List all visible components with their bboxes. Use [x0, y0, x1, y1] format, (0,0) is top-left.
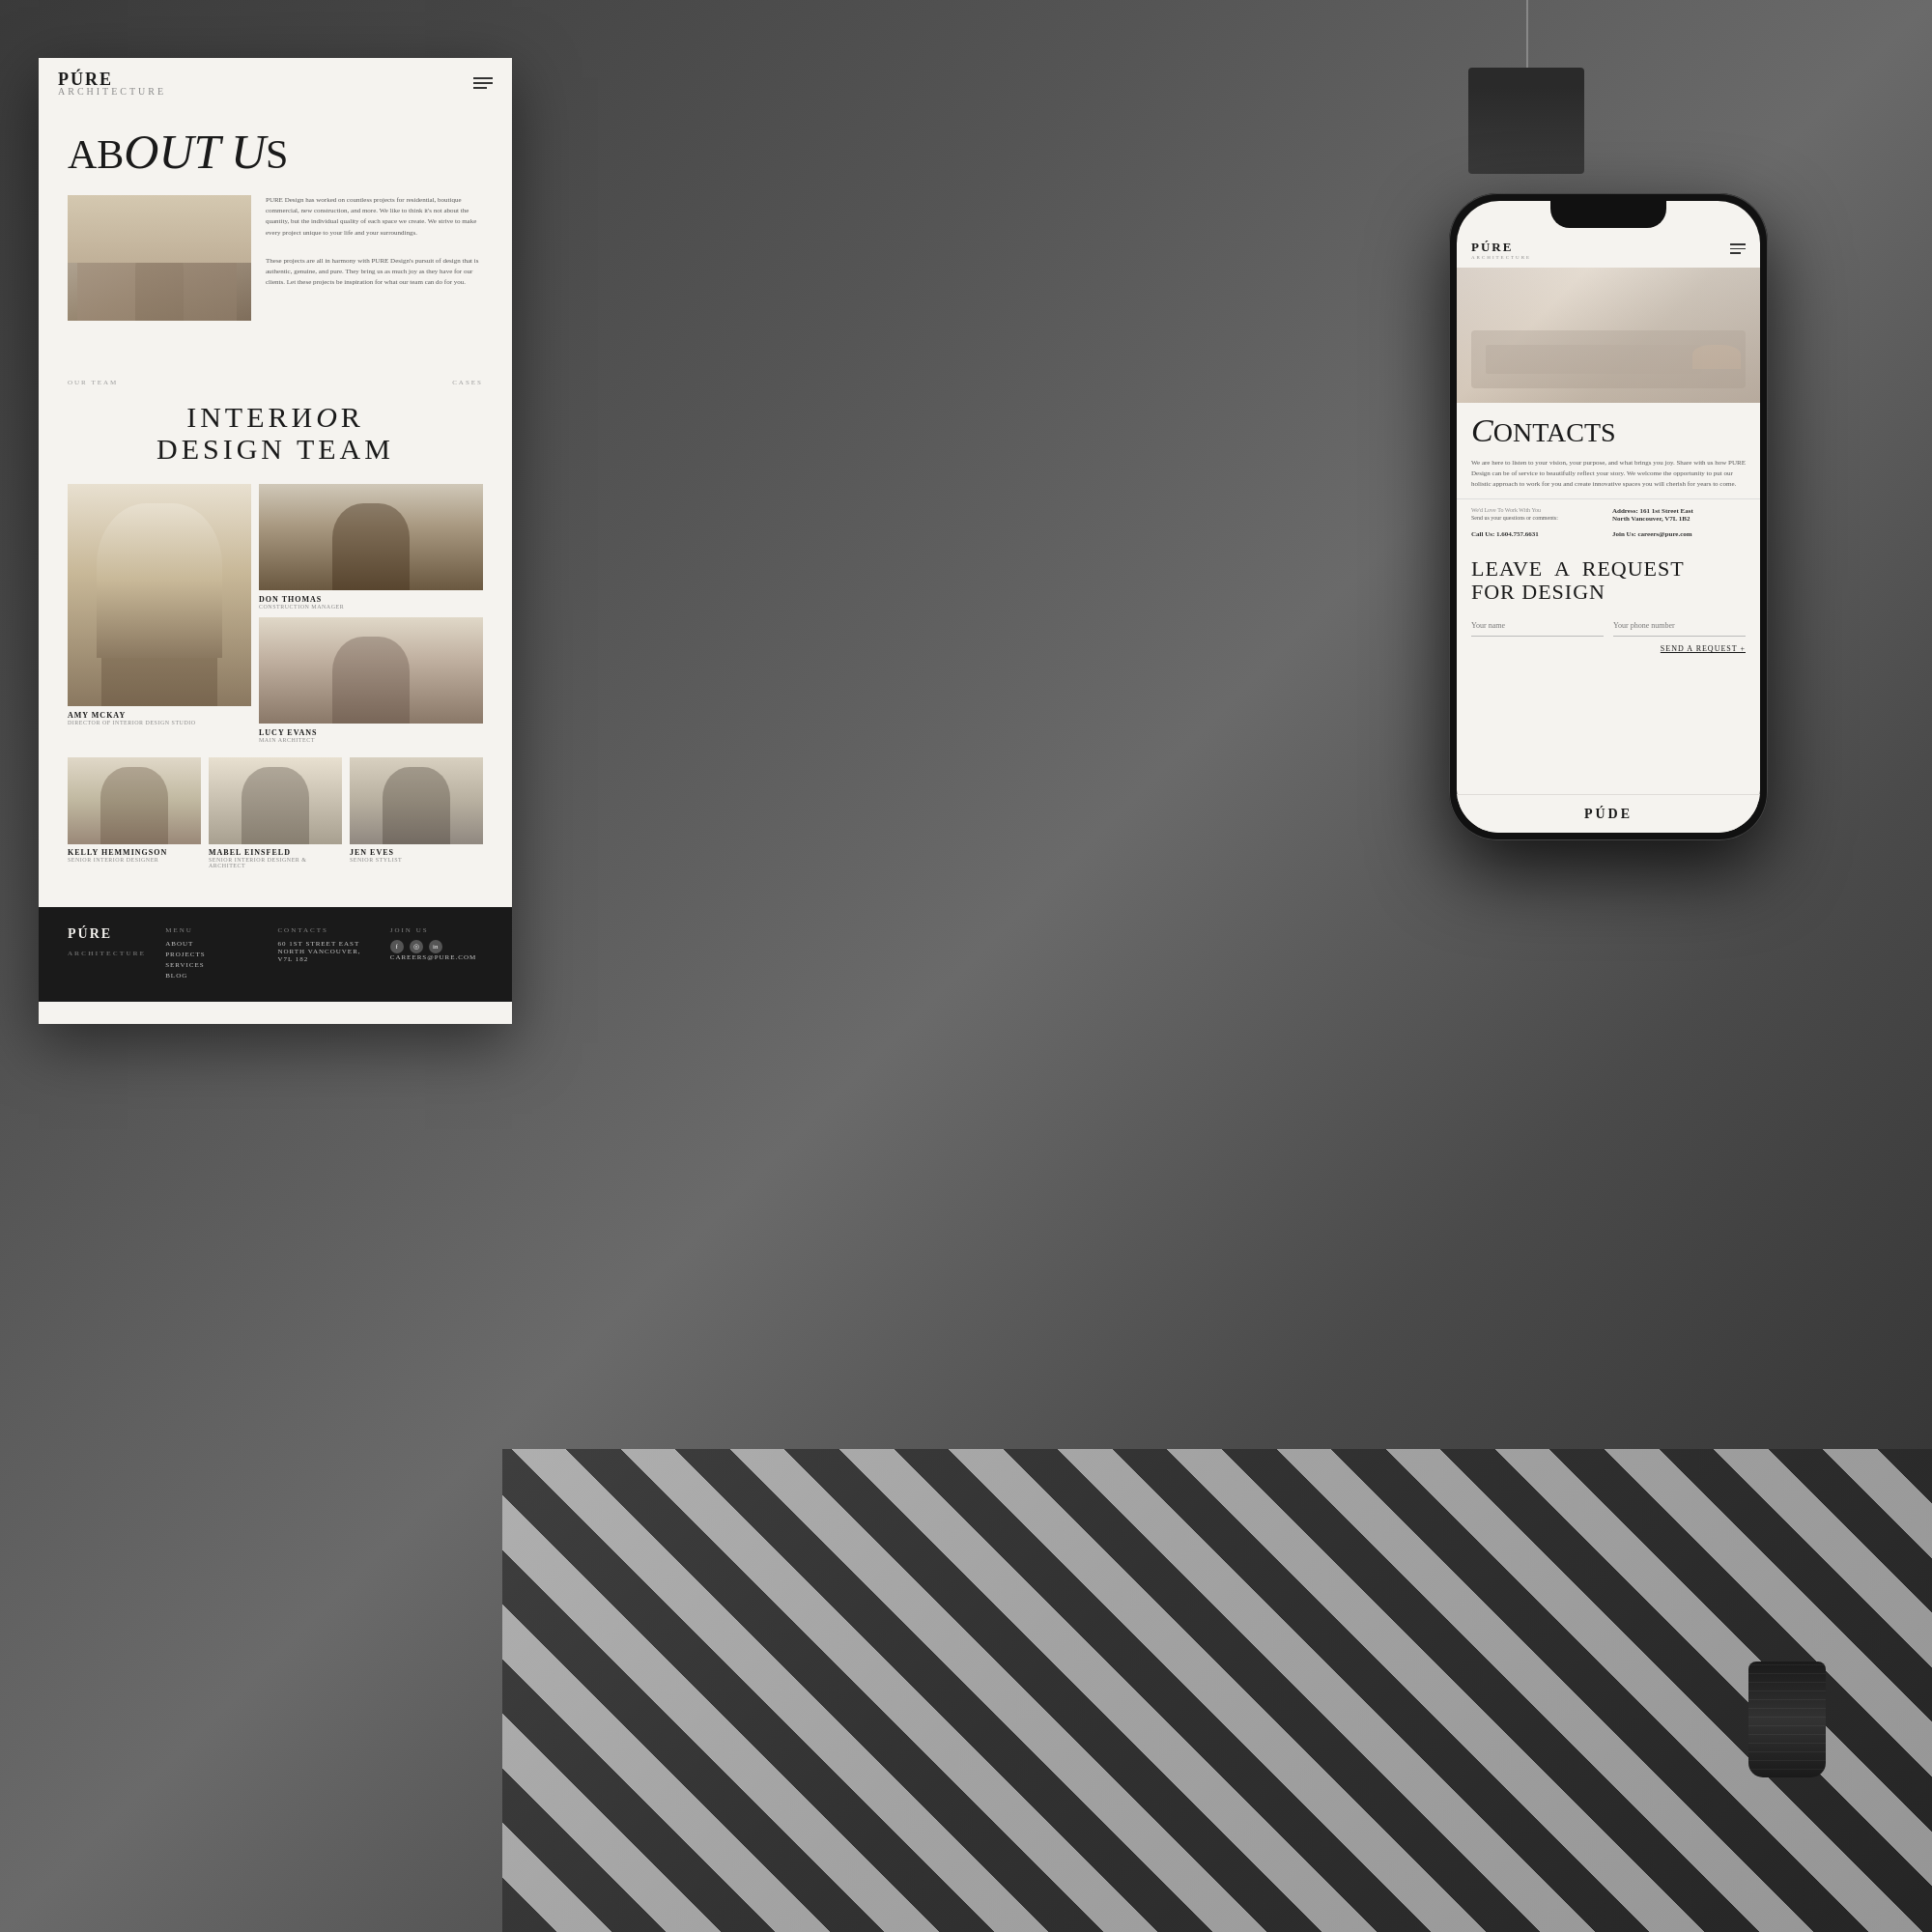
nav-menu-icon[interactable]: [473, 77, 493, 89]
about-content: PURE Design has worked on countless proj…: [68, 195, 483, 321]
leave-request-section: LEAVE A REQUESTFOR DESIGN SEND A REQUEST…: [1457, 546, 1760, 665]
contacts-hero-image: [1457, 268, 1760, 403]
phone-mockup: PÚRE ARCHITECTURE: [1449, 193, 1768, 840]
jen-photo: [350, 757, 483, 844]
team-title: INTERИORDESIGN TEAM: [68, 401, 483, 465]
floor-pattern: [502, 1449, 1932, 1932]
about-title: ABOUT US: [68, 128, 483, 176]
phone-frame: PÚRE ARCHITECTURE: [1449, 193, 1768, 840]
footer-about-link[interactable]: ABOUT: [165, 940, 258, 948]
amy-mckay-card: AMY MCKAY DIRECTOR OF INTERIOR DESIGN ST…: [68, 484, 251, 743]
team-section: OUR TEAM CASES INTERИORDESIGN TEAM AMY M…: [39, 359, 512, 888]
footer-contacts-col: CONTACTS 60 1ST STREET EAST NORTH VANCOU…: [277, 926, 370, 982]
leave-request-title: LEAVE A REQUESTFOR DESIGN: [1471, 557, 1746, 604]
team-grid-bottom: KELLY HEMMINGSON Senior Interior Designe…: [68, 757, 483, 868]
work-with-info: We'd Love To Work With You Send us your …: [1471, 507, 1605, 523]
footer-join-col: JOIN US f ◎ in CAREERS@PURE.COM: [390, 926, 483, 982]
send-request-button[interactable]: SEND A REQUEST +: [1661, 644, 1746, 653]
contact-form-row: [1471, 615, 1746, 637]
lucy-evans-photo: [259, 617, 483, 724]
footer-blog-link[interactable]: BLOG: [165, 972, 258, 980]
footer-careers-link[interactable]: CAREERS@PURE.COM: [390, 953, 483, 961]
phone-content: PÚRE ARCHITECTURE: [1457, 201, 1760, 833]
about-team-photo: [68, 195, 251, 321]
phone-bottom-bar: PÚDE: [1457, 794, 1760, 833]
email-info: Join Us: careers@pure.com: [1612, 530, 1746, 538]
amy-mckay-photo: [68, 484, 251, 706]
footer-menu-col: MENU ABOUT PROJECTS SERVICES BLOG: [165, 926, 258, 982]
instagram-icon[interactable]: ◎: [410, 940, 423, 953]
about-section: ABOUT US PURE Design has worked on count…: [39, 108, 512, 359]
phone-screen: PÚRE ARCHITECTURE: [1457, 201, 1760, 833]
linkedin-icon[interactable]: in: [429, 940, 442, 953]
lucy-evans-card: LUCY EVANS MAIN ARCHITECT: [259, 617, 483, 743]
name-input[interactable]: [1471, 615, 1604, 637]
website-screenshot: PÚRE ARCHITECTURE ABOUT US PURE Design h…: [39, 58, 512, 1024]
about-description: PURE Design has worked on countless proj…: [266, 195, 483, 321]
footer-projects-link[interactable]: PROJECTS: [165, 951, 258, 958]
address-info: Address: 161 1st Street East North Vanco…: [1612, 507, 1746, 523]
site-footer: PÚRE ARCHITECTURE MENU ABOUT PROJECTS SE…: [39, 907, 512, 1002]
site-logo: PÚRE ARCHITECTURE: [58, 70, 166, 97]
footer-logo-col: PÚRE ARCHITECTURE: [68, 926, 146, 982]
lucy-evans-info: LUCY EVANS MAIN ARCHITECT: [259, 728, 483, 743]
phone-header: PÚRE ARCHITECTURE: [1457, 230, 1760, 268]
jen-card: JEN EVES Senior Stylist: [350, 757, 483, 868]
facebook-icon[interactable]: f: [390, 940, 404, 953]
send-request-row: SEND A REQUEST +: [1471, 644, 1746, 653]
kelly-card: KELLY HEMMINGSON Senior Interior Designe…: [68, 757, 201, 868]
footer-services-link[interactable]: SERVICES: [165, 961, 258, 969]
amy-mckay-info: AMY MCKAY DIRECTOR OF INTERIOR DESIGN ST…: [68, 711, 251, 725]
right-team-members: DON THOMAS CONSTRUCTION MANAGER LUCY EVA…: [259, 484, 483, 743]
phone-info: Call Us: 1.604.757.6631: [1471, 530, 1605, 538]
phone-notch: [1550, 201, 1666, 228]
don-thomas-info: DON THOMAS CONSTRUCTION MANAGER: [259, 595, 483, 610]
phone-input[interactable]: [1613, 615, 1746, 637]
contacts-info-grid: We'd Love To Work With You Send us your …: [1457, 498, 1760, 546]
pendant-light-decoration: [1459, 0, 1594, 193]
don-thomas-photo: [259, 484, 483, 590]
phone-logo: PÚRE ARCHITECTURE: [1471, 238, 1531, 260]
kelly-photo: [68, 757, 201, 844]
mabel-card: MABEL EINSFELD Senior Interior Designer …: [209, 757, 342, 868]
phone-nav-icon[interactable]: [1730, 243, 1746, 254]
vase-decoration: [1748, 1662, 1826, 1787]
social-icons: f ◎ in: [390, 940, 483, 953]
site-header: PÚRE ARCHITECTURE: [39, 58, 512, 108]
team-grid-top: AMY MCKAY DIRECTOR OF INTERIOR DESIGN ST…: [68, 484, 483, 743]
mabel-photo: [209, 757, 342, 844]
contacts-title: CONTACTS: [1457, 403, 1760, 454]
don-thomas-card: DON THOMAS CONSTRUCTION MANAGER: [259, 484, 483, 610]
